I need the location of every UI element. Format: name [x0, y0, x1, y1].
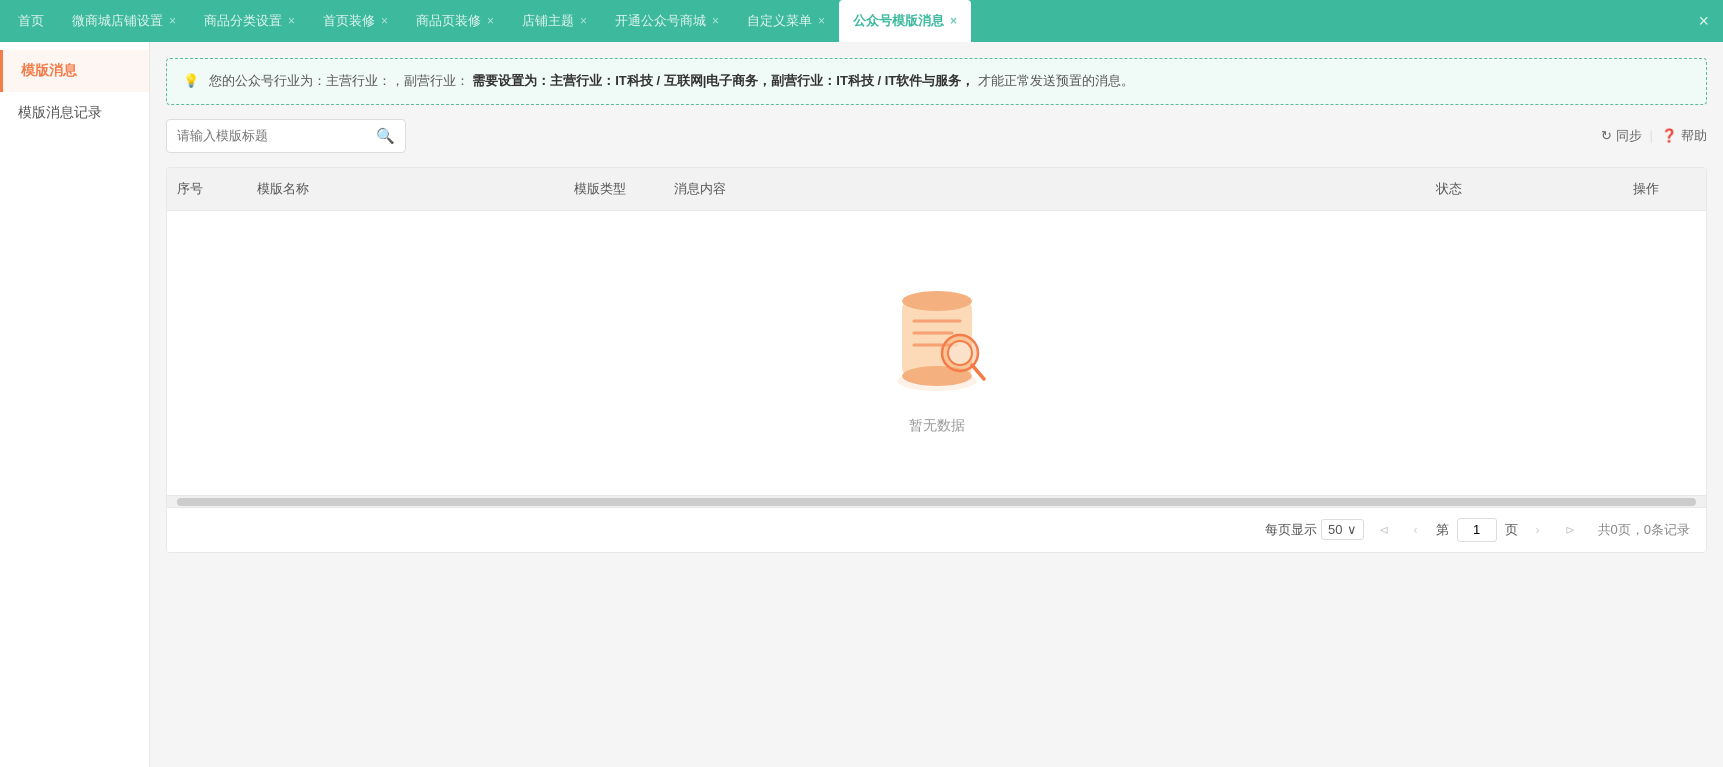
page-label: 第 — [1436, 521, 1449, 539]
tab-shop-theme[interactable]: 店铺主题 × — [508, 0, 601, 42]
page-size-label: 每页显示 — [1265, 521, 1317, 539]
empty-icon — [872, 271, 1002, 401]
scrollbar-thumb[interactable] — [177, 498, 1696, 506]
tab-template-msg[interactable]: 公众号模版消息 × — [839, 0, 971, 42]
total-info: 共0页，0条记录 — [1598, 521, 1690, 539]
tab-bar: 首页 微商城店铺设置 × 商品分类设置 × 首页装修 × 商品页装修 × 店铺主… — [0, 0, 1723, 42]
col-status: 状态 — [1426, 168, 1586, 210]
search-input[interactable] — [177, 128, 376, 143]
search-icon[interactable]: 🔍 — [376, 127, 395, 145]
sync-button[interactable]: ↻ 同步 — [1601, 127, 1642, 145]
sidebar: 模版消息 模版消息记录 — [0, 42, 150, 767]
tab-home[interactable]: 首页 — [4, 0, 58, 42]
page-size-select: 每页显示 50 ∨ — [1265, 519, 1363, 540]
empty-state: 暂无数据 — [167, 211, 1706, 495]
svg-line-9 — [972, 365, 984, 379]
page-size-box[interactable]: 50 ∨ — [1321, 519, 1363, 540]
page-unit: 页 — [1505, 521, 1518, 539]
svg-point-2 — [902, 291, 972, 311]
help-icon: ❓ — [1661, 128, 1677, 143]
sync-icon: ↻ — [1601, 128, 1612, 143]
pagination: 每页显示 50 ∨ ⊲ ‹ 第 页 › ⊳ 共0页，0条记录 — [167, 507, 1706, 552]
tab-custom-menu-close[interactable]: × — [818, 14, 825, 28]
search-box: 🔍 — [166, 119, 406, 153]
notice-prefix: 您的公众号行业为：主营行业：，副营行业： — [209, 73, 469, 88]
tab-category[interactable]: 商品分类设置 × — [190, 0, 309, 42]
toolbar-divider: | — [1650, 128, 1653, 143]
tab-product-decor-close[interactable]: × — [487, 14, 494, 28]
toolbar-right: ↻ 同步 | ❓ 帮助 — [1601, 127, 1707, 145]
table-header: 序号 模版名称 模版类型 消息内容 状态 操作 — [167, 168, 1706, 211]
notice-highlight: 需要设置为：主营行业：IT科技 / 互联网|电子商务，副营行业：IT科技 / I… — [472, 73, 974, 88]
page-size-value: 50 — [1328, 522, 1342, 537]
col-content: 消息内容 — [664, 168, 1426, 210]
tab-open-mall[interactable]: 开通公众号商城 × — [601, 0, 733, 42]
empty-text: 暂无数据 — [909, 417, 965, 435]
tab-shop-theme-close[interactable]: × — [580, 14, 587, 28]
chevron-down-icon: ∨ — [1347, 522, 1357, 537]
content-area: 💡 您的公众号行业为：主营行业：，副营行业： 需要设置为：主营行业：IT科技 /… — [150, 42, 1723, 767]
page-prev-btn[interactable]: ‹ — [1404, 518, 1428, 542]
notice-banner: 💡 您的公众号行业为：主营行业：，副营行业： 需要设置为：主营行业：IT科技 /… — [166, 58, 1707, 105]
help-button[interactable]: ❓ 帮助 — [1661, 127, 1707, 145]
page-next-btn[interactable]: › — [1526, 518, 1550, 542]
horizontal-scrollbar[interactable] — [167, 495, 1706, 507]
table-wrapper: 序号 模版名称 模版类型 消息内容 状态 操作 — [166, 167, 1707, 553]
col-name: 模版名称 — [247, 168, 564, 210]
tab-category-close[interactable]: × — [288, 14, 295, 28]
col-type: 模版类型 — [564, 168, 664, 210]
page-number-input[interactable] — [1457, 518, 1497, 542]
sidebar-item-template-msg[interactable]: 模版消息 — [0, 50, 149, 92]
main-layout: 模版消息 模版消息记录 💡 您的公众号行业为：主营行业：，副营行业： 需要设置为… — [0, 42, 1723, 767]
toolbar: 🔍 ↻ 同步 | ❓ 帮助 — [166, 119, 1707, 153]
tab-wechat-shop[interactable]: 微商城店铺设置 × — [58, 0, 190, 42]
tab-open-mall-close[interactable]: × — [712, 14, 719, 28]
tab-template-msg-close[interactable]: × — [950, 14, 957, 28]
tab-homepage-decor-close[interactable]: × — [381, 14, 388, 28]
tab-homepage-decor[interactable]: 首页装修 × — [309, 0, 402, 42]
tab-product-decor[interactable]: 商品页装修 × — [402, 0, 508, 42]
page-first-btn[interactable]: ⊲ — [1372, 518, 1396, 542]
tab-bar-close-all[interactable]: × — [1688, 11, 1719, 32]
tab-custom-menu[interactable]: 自定义菜单 × — [733, 0, 839, 42]
sidebar-item-template-msg-record[interactable]: 模版消息记录 — [0, 92, 149, 134]
col-action: 操作 — [1586, 168, 1706, 210]
col-seq: 序号 — [167, 168, 247, 210]
svg-point-8 — [948, 341, 972, 365]
notice-suffix: 才能正常发送预置的消息。 — [978, 73, 1134, 88]
tab-wechat-shop-close[interactable]: × — [169, 14, 176, 28]
notice-icon: 💡 — [183, 73, 199, 88]
page-last-btn[interactable]: ⊳ — [1558, 518, 1582, 542]
